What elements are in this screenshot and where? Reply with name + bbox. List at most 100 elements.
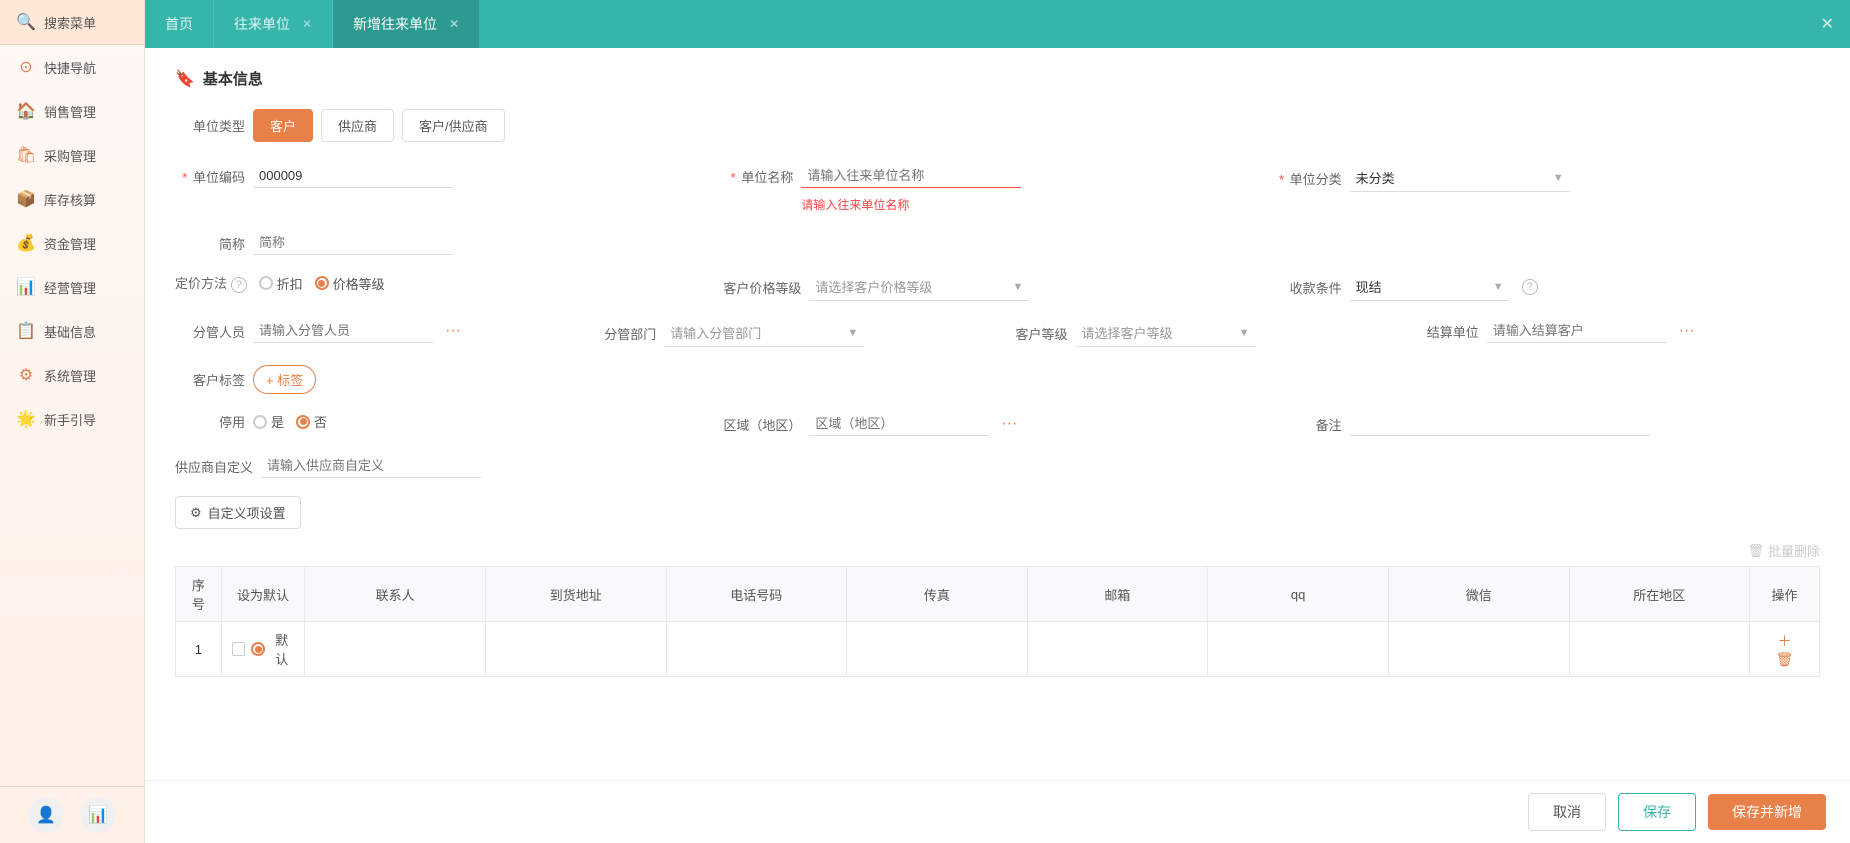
footer-bar: 取消 保存 保存并新增 [145, 780, 1850, 843]
user-avatar-btn[interactable]: 👤 [28, 797, 64, 833]
sidebar-item-newbie[interactable]: 🌟 新手引导 [0, 397, 144, 441]
remarks-field: 备注 [1272, 412, 1820, 436]
sidebar-item-inventory[interactable]: 📦 库存核算 [0, 177, 144, 221]
cell-contact[interactable] [305, 622, 486, 677]
row-checkbox[interactable] [232, 642, 246, 656]
col-address: 到货地址 [485, 567, 666, 622]
col-email: 邮箱 [1027, 567, 1208, 622]
payment-terms-dropdown[interactable]: 现结 ▼ [1350, 273, 1510, 301]
settlement-unit-input[interactable] [1487, 319, 1667, 343]
sidebar-item-operations[interactable]: 📊 经营管理 [0, 265, 144, 309]
default-radio-circle [251, 642, 265, 656]
customer-price-level-dropdown[interactable]: 请选择客户价格等级 ▼ [809, 273, 1029, 301]
tab-contacts-close[interactable]: ✕ [302, 17, 312, 31]
qq-input[interactable] [1218, 642, 1378, 657]
tab-bar: 首页 往来单位 ✕ 新增往来单位 ✕ ✕ [145, 0, 1850, 48]
unit-name-input[interactable] [801, 164, 1021, 188]
tab-home[interactable]: 首页 [145, 0, 214, 48]
table-region-input[interactable] [1580, 642, 1740, 657]
stop-radio-yes[interactable]: 是 [253, 412, 284, 431]
supplier-custom-input[interactable] [261, 454, 481, 478]
manager-more-btn[interactable]: ··· [441, 322, 465, 340]
cell-fax[interactable] [847, 622, 1028, 677]
add-tag-btn[interactable]: + 标签 [253, 365, 316, 394]
region-more-btn[interactable]: ··· [997, 415, 1021, 433]
manager-input[interactable] [253, 319, 433, 343]
cell-phone[interactable] [666, 622, 847, 677]
sidebar-bottom: 👤 📊 [0, 786, 144, 843]
pricing-radio-group: 折扣 价格等级 [259, 274, 385, 293]
cancel-button[interactable]: 取消 [1528, 793, 1606, 831]
contact-input[interactable] [315, 642, 475, 657]
unit-btn-supplier[interactable]: 供应商 [321, 109, 394, 142]
address-input[interactable] [496, 642, 656, 657]
sidebar-label-purchase: 采购管理 [44, 146, 96, 165]
tab-home-label: 首页 [165, 14, 193, 34]
finance-icon: 💰 [16, 233, 36, 253]
sidebar-label-finance: 资金管理 [44, 234, 96, 253]
sidebar-label-search: 搜索菜单 [44, 13, 96, 32]
settlement-more-btn[interactable]: ··· [1675, 322, 1699, 340]
unit-btn-customer[interactable]: 客户 [253, 109, 313, 142]
section-icon: 🔖 [175, 69, 195, 89]
tag-field: 客户标签 + 标签 [175, 365, 1820, 394]
add-row-btn[interactable]: ＋ [1774, 631, 1796, 651]
save-new-button[interactable]: 保存并新增 [1708, 794, 1826, 830]
settlement-unit-label: 结算单位 [1409, 322, 1479, 341]
sidebar-label-newbie: 新手引导 [44, 410, 96, 429]
customer-level-dropdown[interactable]: 请选择客户等级 ▼ [1076, 319, 1256, 347]
sidebar-item-purchase[interactable]: 🛍 采购管理 [0, 133, 144, 177]
sidebar-item-basic-info[interactable]: 📋 基础信息 [0, 309, 144, 353]
unit-name-label: * 单位名称 [723, 167, 793, 186]
custom-settings-btn[interactable]: ⚙ 自定义项设置 [175, 496, 301, 529]
cell-region[interactable] [1569, 622, 1750, 677]
tab-contacts[interactable]: 往来单位 ✕ [214, 0, 333, 48]
unit-category-dropdown[interactable]: 未分类 ▼ [1350, 164, 1570, 192]
tag-row: 客户标签 + 标签 [175, 365, 1820, 394]
sidebar-item-search[interactable]: 🔍 搜索菜单 [0, 0, 144, 45]
phone-input[interactable] [677, 642, 837, 657]
default-radio[interactable]: 默认 [251, 630, 294, 668]
delete-row-btn[interactable]: 🗑 [1772, 651, 1798, 668]
gear-icon: ⚙ [190, 505, 202, 521]
batch-delete-btn[interactable]: 🗑 批量删除 [1747, 541, 1820, 560]
stop-radio-no[interactable]: 否 [296, 412, 327, 431]
unit-btn-both[interactable]: 客户/供应商 [402, 109, 505, 142]
unit-code-input[interactable] [253, 164, 453, 188]
customer-level-field: 客户等级 请选择客户等级 ▼ [998, 319, 1409, 347]
tab-new-contact[interactable]: 新增往来单位 ✕ [333, 0, 480, 48]
save-button[interactable]: 保存 [1618, 793, 1696, 831]
sidebar-item-finance[interactable]: 💰 资金管理 [0, 221, 144, 265]
payment-terms-help-icon[interactable]: ? [1522, 279, 1538, 295]
sidebar-label-operations: 经营管理 [44, 278, 96, 297]
sidebar-label-sales: 销售管理 [44, 102, 96, 121]
remarks-input[interactable] [1350, 412, 1650, 436]
close-all-tabs[interactable]: ✕ [1805, 0, 1850, 48]
department-label: 分管部门 [586, 324, 656, 343]
pricing-row: 定价方法 ? 折扣 价格等级 客户价格等级 [175, 273, 1820, 301]
abbr-input[interactable] [253, 231, 453, 255]
fax-input[interactable] [857, 642, 1017, 657]
sidebar-item-quick-nav[interactable]: ⊙ 快捷导航 [0, 45, 144, 89]
chart-btn[interactable]: 📊 [80, 797, 116, 833]
sidebar-item-sales[interactable]: 🏠 销售管理 [0, 89, 144, 133]
cell-address[interactable] [485, 622, 666, 677]
inventory-icon: 📦 [16, 189, 36, 209]
department-dropdown[interactable]: 请输入分管部门 ▼ [664, 319, 864, 347]
pricing-radio-discount[interactable]: 折扣 [259, 274, 303, 293]
sidebar-label-quick-nav: 快捷导航 [44, 58, 96, 77]
pricing-radio-price-level[interactable]: 价格等级 [315, 274, 385, 293]
region-input[interactable] [809, 412, 989, 436]
email-input[interactable] [1038, 642, 1198, 657]
supplier-custom-label: 供应商自定义 [175, 457, 253, 476]
cell-action: ＋ 🗑 [1750, 622, 1820, 677]
cell-wechat[interactable] [1388, 622, 1569, 677]
sidebar-item-system[interactable]: ⚙ 系统管理 [0, 353, 144, 397]
pricing-help-icon[interactable]: ? [231, 277, 247, 293]
cell-email[interactable] [1027, 622, 1208, 677]
tab-new-contact-close[interactable]: ✕ [449, 17, 459, 31]
pricing-method-label: 定价方法 ? [175, 273, 247, 293]
cell-qq[interactable] [1208, 622, 1389, 677]
unit-category-label: * 单位分类 [1272, 169, 1342, 188]
wechat-input[interactable] [1399, 642, 1559, 657]
